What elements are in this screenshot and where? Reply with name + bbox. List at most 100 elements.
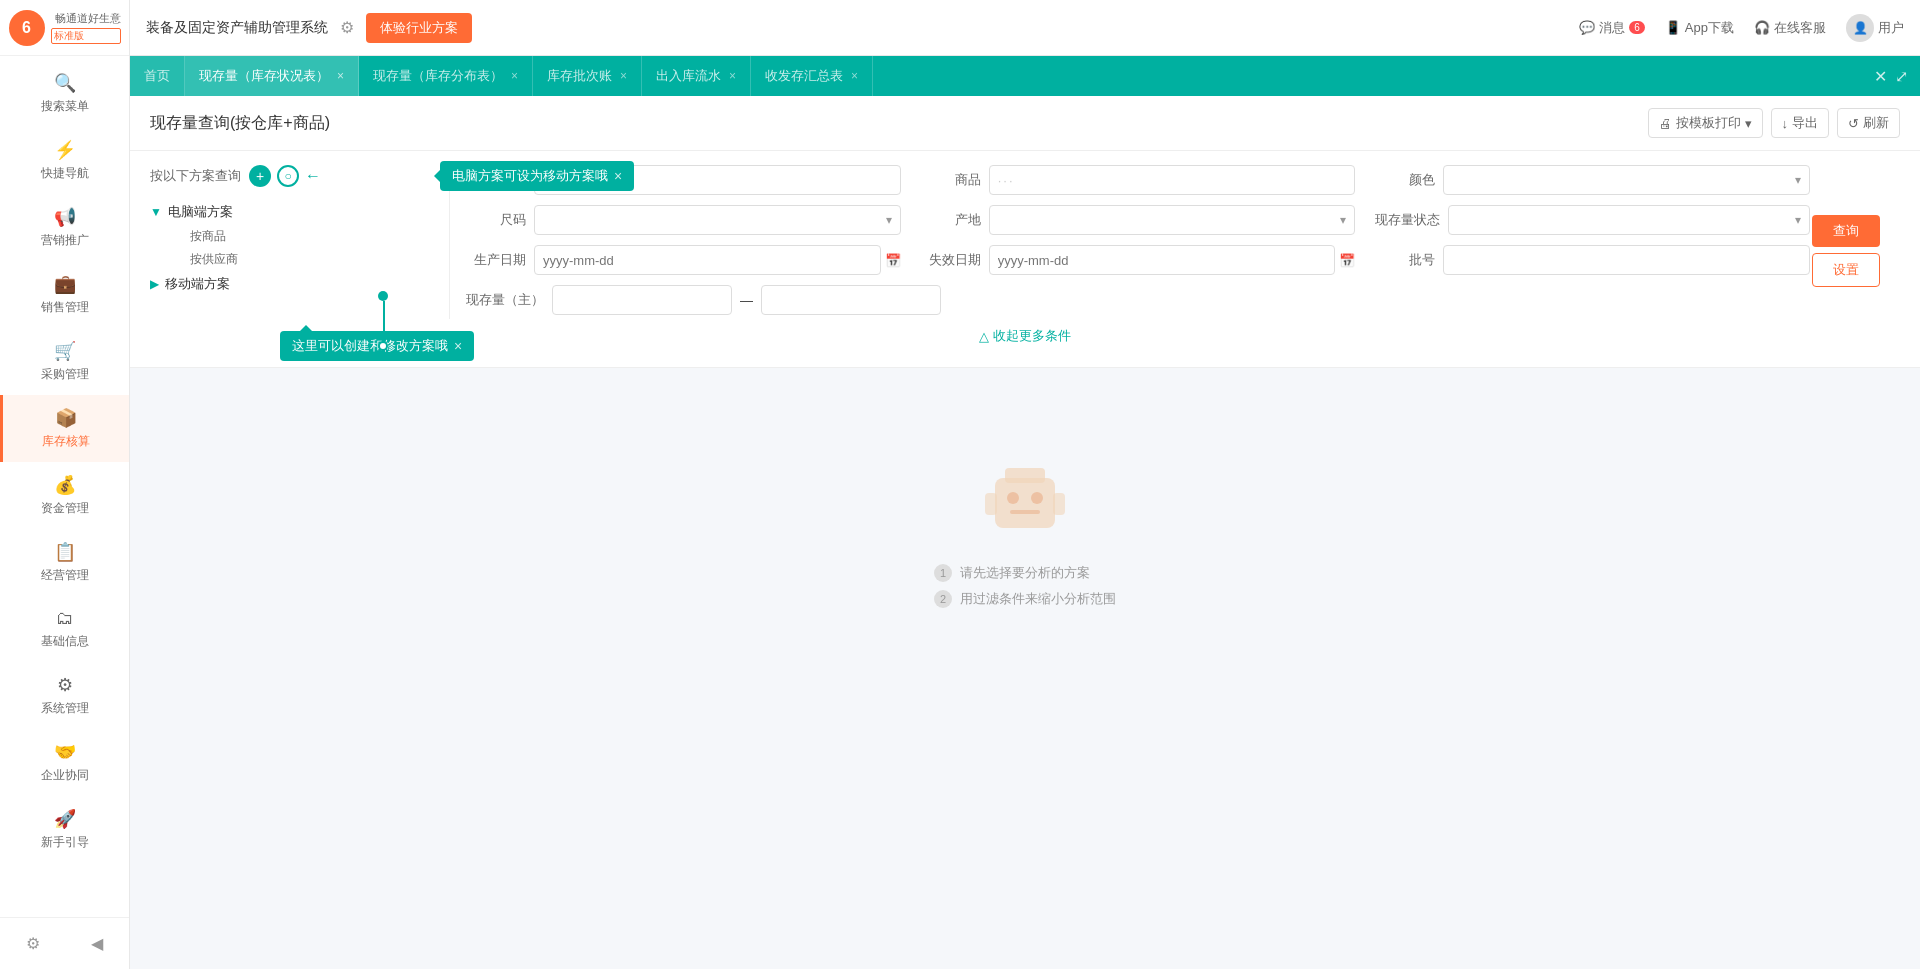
message-button[interactable]: 💬 消息 6 <box>1579 19 1645 37</box>
sidebar-item-finance[interactable]: 💰 资金管理 <box>0 462 129 529</box>
produce-date-input[interactable] <box>534 245 881 275</box>
purchase-icon: 🛒 <box>54 340 76 362</box>
user-avatar-icon: 👤 <box>1853 21 1868 35</box>
stock-status-select[interactable]: ▾ <box>1448 205 1810 235</box>
color-label: 颜色 <box>1375 171 1435 189</box>
batch-no-input[interactable] <box>1443 245 1810 275</box>
operations-icon: 📋 <box>54 541 76 563</box>
produce-date-calendar-icon[interactable]: 📅 <box>885 253 901 268</box>
scheme-tree-desktop[interactable]: ▼ 电脑端方案 <box>150 199 433 225</box>
scheme-tree-mobile[interactable]: ▶ 移动端方案 <box>150 271 433 297</box>
topbar: 装备及固定资产辅助管理系统 ⚙ 体验行业方案 💬 消息 6 📱 App下载 🎧 … <box>130 0 1920 56</box>
marketing-icon: 📢 <box>54 206 76 228</box>
produce-date-label: 生产日期 <box>466 251 526 269</box>
user-label: 用户 <box>1878 19 1904 37</box>
sidebar-label-marketing: 营销推广 <box>41 232 89 249</box>
print-button[interactable]: 🖨 按模板打印 ▾ <box>1648 108 1763 138</box>
message-icon: 💬 <box>1579 20 1595 35</box>
online-service-icon: 🎧 <box>1754 20 1770 35</box>
experience-button[interactable]: 体验行业方案 <box>366 13 472 43</box>
filter-row-stock-status: 现存量状态 ▾ <box>1375 205 1810 235</box>
sidebar-label-guide: 新手引导 <box>41 834 89 851</box>
color-select[interactable]: ▾ <box>1443 165 1810 195</box>
collapse-sidebar-icon[interactable]: ◀ <box>87 930 107 957</box>
tab-inventory-status[interactable]: 现存量（库存状况表） × <box>185 56 359 96</box>
sidebar-item-quick[interactable]: ⚡ 快捷导航 <box>0 127 129 194</box>
sidebar-label-search: 搜索菜单 <box>41 98 89 115</box>
user-menu[interactable]: 👤 用户 <box>1846 14 1904 42</box>
scheme-sub-item-supplier[interactable]: 按供应商 <box>170 248 433 271</box>
logo-tag: 标准版 <box>51 28 121 44</box>
stock-main-from-input[interactable] <box>552 285 732 315</box>
sidebar-label-basics: 基础信息 <box>41 633 89 650</box>
origin-select[interactable]: ▾ <box>989 205 1356 235</box>
sidebar-item-search[interactable]: 🔍 搜索菜单 <box>0 60 129 127</box>
right-action-panel: 查询 设置 <box>1812 215 1880 287</box>
stock-status-label: 现存量状态 <box>1375 211 1440 229</box>
filter-row-produce-date: 生产日期 📅 <box>466 245 901 275</box>
app-download-button[interactable]: 📱 App下载 <box>1665 19 1734 37</box>
message-badge: 6 <box>1629 21 1645 34</box>
sidebar-item-sales[interactable]: 💼 销售管理 <box>0 261 129 328</box>
tab-close-all-icon[interactable]: ✕ <box>1874 67 1887 86</box>
guide-icon: 🚀 <box>54 808 76 830</box>
tab-collect-summary-close[interactable]: × <box>851 69 858 83</box>
sidebar-item-purchase[interactable]: 🛒 采购管理 <box>0 328 129 395</box>
tab-inventory-dist-close[interactable]: × <box>511 69 518 83</box>
sidebar-item-inventory[interactable]: 📦 库存核算 <box>0 395 129 462</box>
tab-batch-ledger[interactable]: 库存批次账 × <box>533 56 642 96</box>
sidebar-label-operations: 经营管理 <box>41 567 89 584</box>
origin-label: 产地 <box>921 211 981 229</box>
settings-bottom-icon[interactable]: ⚙ <box>22 930 44 957</box>
filter-edit-button[interactable]: ○ <box>277 165 299 187</box>
tab-inventory-dist[interactable]: 现存量（库存分布表） × <box>359 56 533 96</box>
page-header: 现存量查询(按仓库+商品) 🖨 按模板打印 ▾ ↓ 导出 ↺ 刷新 <box>130 96 1920 151</box>
origin-arrow-icon: ▾ <box>1340 213 1346 227</box>
filter-add-button[interactable]: + <box>249 165 271 187</box>
tab-inventory-status-label: 现存量（库存状况表） <box>199 67 329 85</box>
expire-date-label: 失效日期 <box>921 251 981 269</box>
refresh-icon: ↺ <box>1848 116 1859 131</box>
empty-tips: 1 请先选择要分析的方案 2 用过滤条件来缩小分析范围 <box>934 564 1116 608</box>
refresh-button[interactable]: ↺ 刷新 <box>1837 108 1900 138</box>
empty-tip-2: 2 用过滤条件来缩小分析范围 <box>934 590 1116 608</box>
sidebar-item-guide[interactable]: 🚀 新手引导 <box>0 796 129 863</box>
filter-row-goods: 商品 ··· <box>921 165 1356 195</box>
scheme-sub-item-goods[interactable]: 按商品 <box>170 225 433 248</box>
topbar-settings-icon[interactable]: ⚙ <box>340 18 354 37</box>
filter-arrow-icon[interactable]: ← <box>305 167 321 185</box>
logo-icon: 6 <box>9 10 45 46</box>
filter-label: 按以下方案查询 <box>150 167 241 185</box>
goods-select[interactable]: ··· <box>989 165 1356 195</box>
tab-batch-ledger-close[interactable]: × <box>620 69 627 83</box>
scheme-tooltip-close[interactable]: × <box>614 168 622 184</box>
expire-date-input[interactable] <box>989 245 1336 275</box>
sidebar-label-inventory: 库存核算 <box>42 433 90 450</box>
tab-maximize-icon[interactable]: ⤢ <box>1895 67 1908 86</box>
tab-inventory-dist-label: 现存量（库存分布表） <box>373 67 503 85</box>
online-service-button[interactable]: 🎧 在线客服 <box>1754 19 1826 37</box>
tab-home[interactable]: 首页 <box>130 56 185 96</box>
export-button[interactable]: ↓ 导出 <box>1771 108 1830 138</box>
size-select[interactable]: ▾ <box>534 205 901 235</box>
svg-rect-0 <box>995 478 1055 528</box>
expire-date-field: 📅 <box>989 245 1356 275</box>
tab-inout-flow-close[interactable]: × <box>729 69 736 83</box>
sidebar-item-marketing[interactable]: 📢 营销推广 <box>0 194 129 261</box>
tab-inventory-status-close[interactable]: × <box>337 69 344 83</box>
tab-collect-summary[interactable]: 收发存汇总表 × <box>751 56 873 96</box>
sidebar-item-system[interactable]: ⚙ 系统管理 <box>0 662 129 729</box>
stock-main-to-input[interactable] <box>761 285 941 315</box>
scheme-edit-tooltip-close[interactable]: × <box>454 338 462 354</box>
collapse-up-icon: △ <box>979 329 989 344</box>
query-button[interactable]: 查询 <box>1812 215 1880 247</box>
tab-inout-flow[interactable]: 出入库流水 × <box>642 56 751 96</box>
sidebar-item-operations[interactable]: 📋 经营管理 <box>0 529 129 596</box>
sidebar-item-enterprise[interactable]: 🤝 企业协同 <box>0 729 129 796</box>
reset-button[interactable]: 设置 <box>1812 253 1880 287</box>
filter-row-origin: 产地 ▾ <box>921 205 1356 235</box>
expire-date-calendar-icon[interactable]: 📅 <box>1339 253 1355 268</box>
sidebar-item-basics[interactable]: 🗂 基础信息 <box>0 596 129 662</box>
desktop-scheme-label: 电脑端方案 <box>168 203 233 221</box>
system-name: 装备及固定资产辅助管理系统 <box>146 19 328 37</box>
